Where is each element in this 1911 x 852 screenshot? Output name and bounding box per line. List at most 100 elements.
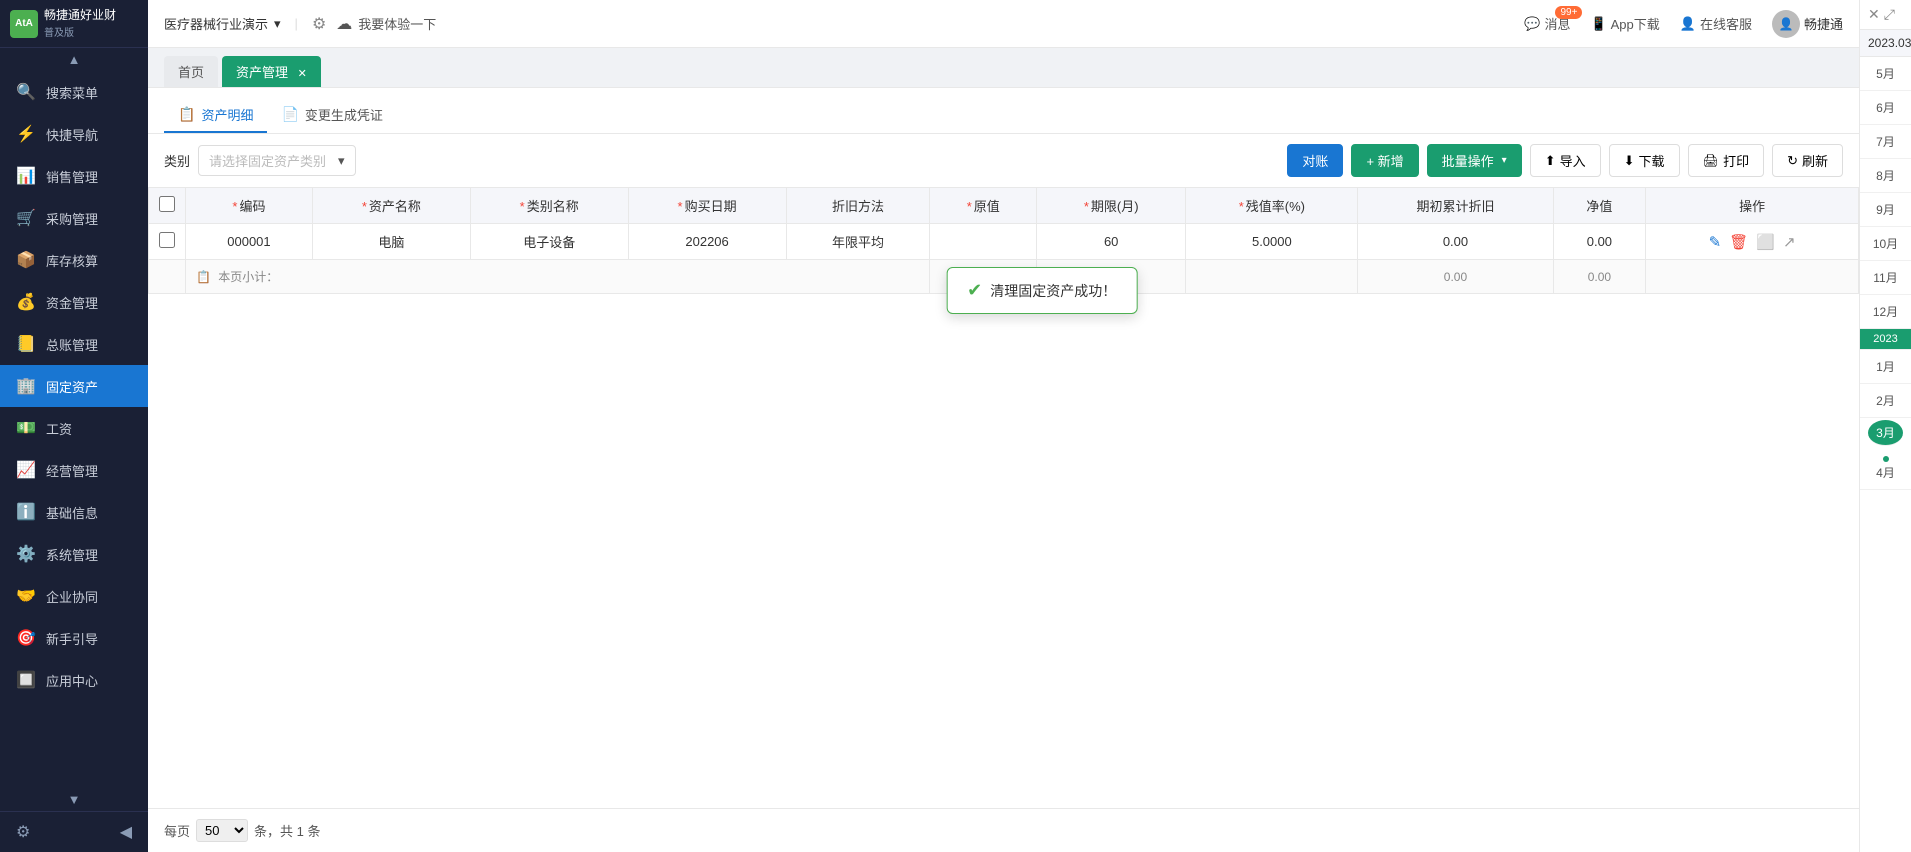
refresh-button[interactable]: ↻ 刷新 (1772, 144, 1843, 177)
delete-icon[interactable]: 🗑 (1729, 233, 1748, 251)
row-name: 电脑 (312, 224, 470, 260)
tab-close-icon[interactable]: ✕ (298, 68, 307, 80)
username: 畅捷通 (1804, 14, 1843, 33)
content-area: 首页 资产管理 ✕ 📋 资产明细 📄 变更生成凭证 (148, 48, 1859, 852)
month-item-nov[interactable]: 11月 (1860, 261, 1911, 295)
app-title: 畅捷通好业财 (44, 8, 116, 24)
month-item-jun[interactable]: 6月 (1860, 91, 1911, 125)
sidebar-collapse-button[interactable]: ◀ (120, 822, 132, 842)
message-button[interactable]: 💬 消息 99+ (1524, 14, 1570, 33)
sidebar-item-collaboration[interactable]: 🤝 企业协同 (0, 575, 148, 617)
per-page-label: 每页 (164, 821, 190, 840)
sub-tab-asset-detail[interactable]: 📋 资产明细 (164, 98, 267, 133)
right-panel-controls: ✕ ⤢ (1868, 6, 1895, 23)
copy-icon[interactable]: ⬜ (1756, 233, 1775, 251)
select-all-checkbox[interactable] (159, 196, 175, 212)
sidebar-item-finance[interactable]: 💰 资金管理 (0, 281, 148, 323)
sidebar-item-search[interactable]: 🔍 搜索菜单 (0, 71, 148, 113)
quicknav-icon: ⚡ (16, 124, 36, 144)
sidebar-item-tutorial[interactable]: 🎯 新手引导 (0, 617, 148, 659)
app-download-button[interactable]: 📱 App下载 (1590, 14, 1659, 33)
sidebar-scroll-up[interactable]: ▲ (0, 48, 148, 71)
month-item-aug[interactable]: 8月 (1860, 159, 1911, 193)
month-item-jan[interactable]: 1月 (1860, 350, 1911, 384)
sidebar-header: AtA 畅捷通好业财 普及版 (0, 0, 148, 48)
settings-icon[interactable]: ⚙ (16, 822, 30, 842)
download-button[interactable]: ⬇ 下载 (1609, 144, 1680, 177)
sub-tab-asset-detail-label: 资产明细 (201, 105, 253, 124)
sidebar-item-operations[interactable]: 📈 经营管理 (0, 449, 148, 491)
batch-operations-button[interactable]: 批量操作 ▾ (1427, 144, 1522, 177)
sidebar-item-inventory[interactable]: 📦 库存核算 (0, 239, 148, 281)
tab-home[interactable]: 首页 (164, 56, 218, 87)
month-item-apr[interactable]: 4月 (1860, 448, 1911, 490)
settings-gear-icon[interactable]: ⚙ (312, 14, 326, 34)
ledger-icon: 📒 (16, 334, 36, 354)
month-item-feb[interactable]: 2月 (1860, 384, 1911, 418)
row-checkbox[interactable] (159, 232, 175, 248)
sidebar-item-system[interactable]: ⚙️ 系统管理 (0, 533, 148, 575)
app-logo: AtA (10, 10, 38, 38)
select-all-cell (149, 188, 186, 224)
tab-asset-label: 资产管理 (236, 65, 288, 80)
inventory-icon: 📦 (16, 250, 36, 270)
sidebar-scroll-down[interactable]: ▼ (0, 788, 148, 811)
sidebar-item-label: 工资 (46, 419, 72, 438)
print-button[interactable]: 🖨 打印 (1688, 144, 1765, 177)
month-item-may[interactable]: 5月 (1860, 57, 1911, 91)
more-icon[interactable]: ↗ (1783, 233, 1796, 251)
row-initial-depreciation: 0.00 (1358, 224, 1553, 260)
user-info[interactable]: 👤 畅捷通 (1772, 10, 1843, 38)
company-selector[interactable]: 医疗器械行业演示 ▾ (164, 14, 281, 33)
row-purchase-date: 202206 (628, 224, 786, 260)
operations-icon: 📈 (16, 460, 36, 480)
service-icon: 👤 (1680, 16, 1696, 32)
avatar: 👤 (1772, 10, 1800, 38)
sidebar-bottom: ⚙ ◀ (0, 811, 148, 852)
category-dropdown[interactable]: 请选择固定资产类别 ▾ (198, 145, 356, 176)
col-category: *类别名称 (470, 188, 628, 224)
toolbar: 类别 请选择固定资产类别 ▾ 对账 + 新增 批量操作 ▾ (148, 134, 1859, 187)
right-panel: ✕ ⤢ 2023.03 5月 6月 7月 8月 9月 10月 11月 12月 2… (1859, 0, 1911, 852)
sidebar-item-label: 快捷导航 (46, 125, 98, 144)
download-icon: ⬇ (1624, 153, 1635, 169)
sidebar-item-payroll[interactable]: 💵 工资 (0, 407, 148, 449)
sidebar-item-sales[interactable]: 📊 销售管理 (0, 155, 148, 197)
row-original-value (930, 224, 1037, 260)
month-item-oct[interactable]: 10月 (1860, 227, 1911, 261)
customer-service-button[interactable]: 👤 在线客服 (1680, 14, 1752, 33)
voucher-icon: 📄 (281, 106, 298, 123)
tab-asset-management[interactable]: 资产管理 ✕ (222, 56, 321, 87)
sales-icon: 📊 (16, 166, 36, 186)
sidebar-item-app-center[interactable]: 🔲 应用中心 (0, 659, 148, 701)
reconcile-button[interactable]: 对账 (1287, 144, 1343, 177)
per-page-select[interactable]: 50 100 200 (196, 819, 248, 842)
col-initial-depreciation: 期初累计折旧 (1358, 188, 1553, 224)
new-button[interactable]: + 新增 (1351, 144, 1418, 177)
edit-icon[interactable]: ✎ (1709, 233, 1722, 251)
sidebar-item-purchase[interactable]: 🛒 采购管理 (0, 197, 148, 239)
right-panel-expand-icon[interactable]: ⤢ (1884, 6, 1895, 23)
filter-area: 类别 请选择固定资产类别 ▾ (164, 145, 356, 176)
right-panel-header: ✕ ⤢ (1860, 0, 1911, 30)
sidebar-item-fixed-assets[interactable]: 🏢 固定资产 (0, 365, 148, 407)
subtotal-label: 本页小计： (218, 270, 278, 284)
sub-tab-voucher[interactable]: 📄 变更生成凭证 (267, 98, 396, 133)
experience-button[interactable]: ☁ 我要体验一下 (336, 14, 436, 34)
table-header-row: *编码 *资产名称 *类别名称 *购买日期 折旧方法 *原值 *期限(月) *残… (149, 188, 1859, 224)
sidebar-menu: 🔍 搜索菜单 ⚡ 快捷导航 📊 销售管理 🛒 采购管理 📦 库存核算 💰 资金管… (0, 71, 148, 788)
row-category: 电子设备 (470, 224, 628, 260)
month-item-dec[interactable]: 12月 (1860, 295, 1911, 329)
import-button[interactable]: ⬆ 导入 (1530, 144, 1601, 177)
sidebar: AtA 畅捷通好业财 普及版 ▲ 🔍 搜索菜单 ⚡ 快捷导航 📊 销售管理 🛒 … (0, 0, 148, 852)
month-item-sep[interactable]: 9月 (1860, 193, 1911, 227)
sidebar-item-ledger[interactable]: 📒 总账管理 (0, 323, 148, 365)
right-panel-close-icon[interactable]: ✕ (1868, 6, 1880, 23)
month-item-mar-active[interactable]: 3月 (1868, 420, 1903, 446)
sidebar-item-basic-info[interactable]: ℹ️ 基础信息 (0, 491, 148, 533)
app-center-icon: 🔲 (16, 670, 36, 690)
sidebar-item-quicknav[interactable]: ⚡ 快捷导航 (0, 113, 148, 155)
month-item-jul[interactable]: 7月 (1860, 125, 1911, 159)
sidebar-item-label: 总账管理 (46, 335, 98, 354)
col-net-value: 净值 (1553, 188, 1646, 224)
